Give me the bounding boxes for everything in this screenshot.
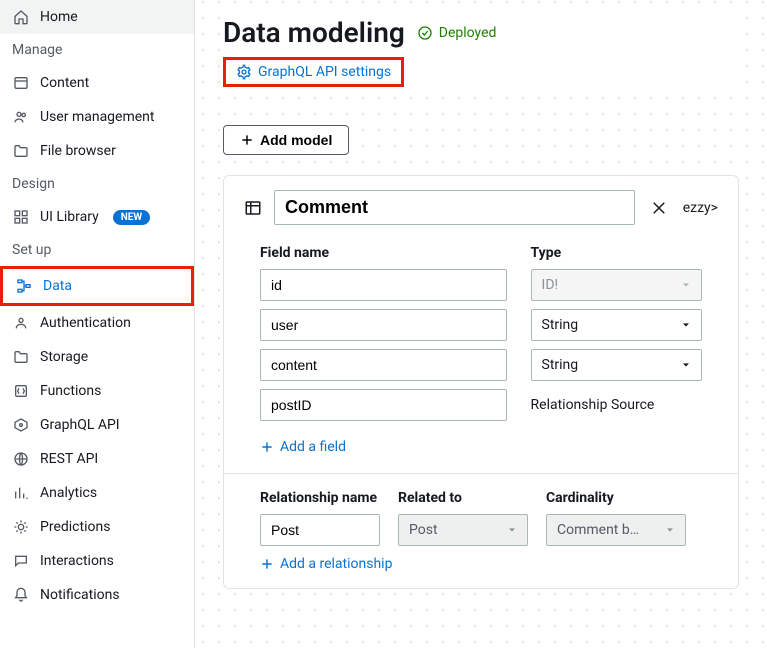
add-model-button[interactable]: Add model [223,125,349,155]
sidebar-item-label: Functions [40,383,101,399]
field-name-input[interactable] [260,309,507,341]
divider [224,473,738,474]
sidebar-item-label: File browser [40,143,116,159]
sidebar-item-content[interactable]: Content [0,66,194,100]
sidebar-item-label: Content [40,75,89,91]
rel-name-header: Relationship name [260,490,380,506]
users-icon [12,108,30,126]
graphql-icon [12,416,30,434]
sidebar-item-home[interactable]: Home [0,0,194,34]
chevron-down-icon [681,280,691,290]
sidebar: Home Manage Content User management File… [0,0,195,648]
rel-related-header: Related to [398,490,528,506]
new-badge: NEW [113,210,150,225]
add-field-button[interactable]: Add a field [260,439,346,455]
functions-icon [12,382,30,400]
close-model-button[interactable] [647,196,671,220]
sidebar-item-label: Data [43,278,72,294]
graphql-api-settings-link[interactable]: GraphQL API settings [223,57,404,87]
folder-icon [12,142,30,160]
related-to-select[interactable]: Post [398,514,528,546]
model-card: ezzy> Field name Type ID! [223,175,739,589]
sidebar-item-file-browser[interactable]: File browser [0,134,194,168]
settings-link-text: GraphQL API settings [258,64,391,80]
sidebar-item-label: Predictions [40,519,110,535]
field-type-header: Type [531,245,702,261]
chevron-down-icon [665,525,675,535]
check-icon [417,25,433,41]
sidebar-item-data[interactable]: Data [0,266,194,306]
sidebar-item-label: GraphQL API [40,417,120,433]
field-row: String [260,309,702,341]
field-type-select: ID! [531,269,702,301]
relationship-row: Post Comment b… [260,514,702,546]
sidebar-item-storage[interactable]: Storage [0,340,194,374]
plus-icon [240,133,254,147]
field-row: String [260,349,702,381]
ui-library-icon [12,208,30,226]
model-icon [244,199,262,217]
sidebar-item-label: Home [40,9,78,25]
field-row: ID! [260,269,702,301]
sidebar-item-label: Notifications [40,587,120,603]
content-icon [12,74,30,92]
rest-api-icon [12,450,30,468]
field-type-static: Relationship Source [531,390,702,420]
field-type-select[interactable]: String [531,349,702,381]
storage-icon [12,348,30,366]
sidebar-item-functions[interactable]: Functions [0,374,194,408]
field-name-input[interactable] [260,269,507,301]
field-name-input[interactable] [260,389,507,421]
sidebar-item-ui-library[interactable]: UI Library NEW [0,200,194,234]
sidebar-item-interactions[interactable]: Interactions [0,544,194,578]
sidebar-item-notifications[interactable]: Notifications [0,578,194,612]
bell-icon [12,586,30,604]
sidebar-item-analytics[interactable]: Analytics [0,476,194,510]
status-text: Deployed [439,25,497,41]
chevron-down-icon [507,525,517,535]
sidebar-item-predictions[interactable]: Predictions [0,510,194,544]
sidebar-item-label: Interactions [40,553,114,569]
add-model-label: Add model [260,132,332,148]
rel-cardinality-header: Cardinality [546,490,686,506]
sidebar-item-authentication[interactable]: Authentication [0,306,194,340]
sidebar-item-label: Analytics [40,485,97,501]
sidebar-item-label: UI Library [40,209,99,225]
gear-icon [236,64,252,80]
sidebar-item-label: User management [40,109,154,125]
add-relationship-button[interactable]: Add a relationship [260,556,392,572]
relationship-name-input[interactable] [260,514,380,546]
predictions-icon [12,518,30,536]
field-name-header: Field name [260,245,507,261]
analytics-icon [12,484,30,502]
home-icon [12,8,30,26]
field-row: Relationship Source [260,389,702,421]
data-icon [15,277,33,295]
sidebar-item-label: Authentication [40,315,131,331]
field-type-select[interactable]: String [531,309,702,341]
chevron-down-icon [681,320,691,330]
sidebar-item-rest-api[interactable]: REST API [0,442,194,476]
main-content: Data modeling Deployed GraphQL API setti… [195,0,767,648]
interactions-icon [12,552,30,570]
sidebar-item-graphql-api[interactable]: GraphQL API [0,408,194,442]
sidebar-section-design: Design [0,168,194,200]
sidebar-item-user-management[interactable]: User management [0,100,194,134]
sidebar-item-label: Storage [40,349,88,365]
sidebar-section-setup: Set up [0,234,194,266]
sidebar-section-manage: Manage [0,34,194,66]
field-name-input[interactable] [260,349,507,381]
model-name-input[interactable] [274,190,635,225]
cardinality-select[interactable]: Comment b… [546,514,686,546]
auth-icon [12,314,30,332]
sidebar-item-label: REST API [40,451,98,467]
chevron-down-icon [681,360,691,370]
page-title: Data modeling [223,16,405,49]
status-badge: Deployed [417,25,497,41]
